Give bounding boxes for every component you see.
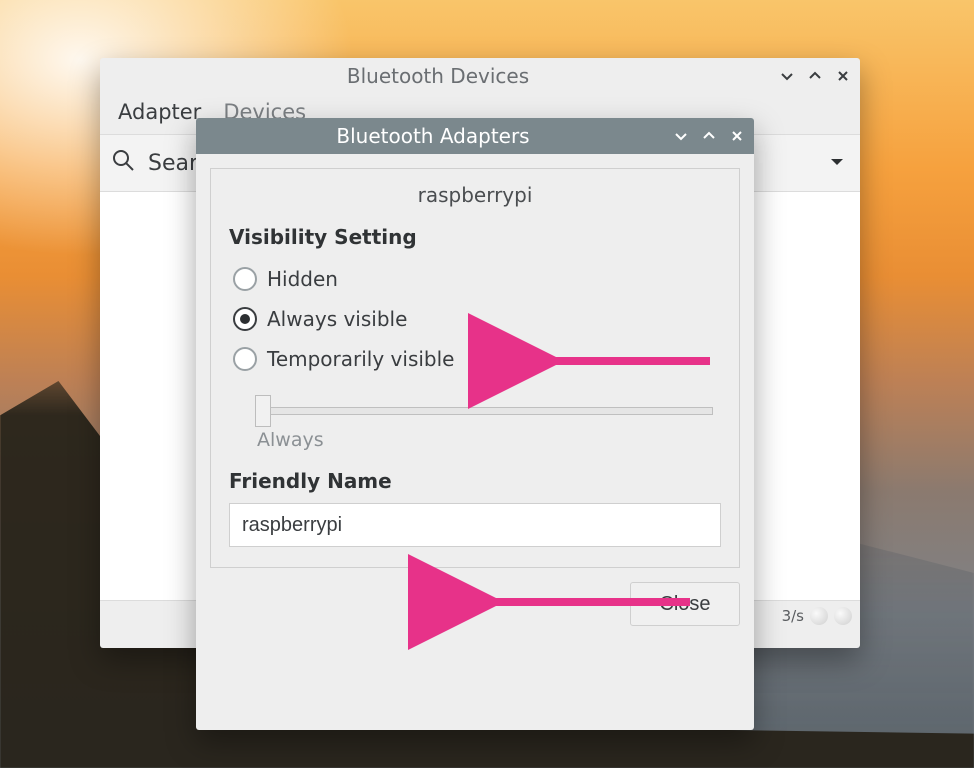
slider-handle[interactable]: [255, 395, 271, 427]
devices-titlebar: Bluetooth Devices: [100, 58, 860, 94]
adapters-close-button[interactable]: [726, 125, 748, 147]
status-indicator-1: [810, 607, 828, 625]
devices-close-button[interactable]: [832, 65, 854, 87]
bluetooth-adapters-dialog: Bluetooth Adapters raspberrypi Visibilit…: [196, 118, 754, 730]
radio-label: Always visible: [267, 307, 407, 331]
status-indicator-2: [834, 607, 852, 625]
desktop-background: Bluetooth Devices Adapter Devices Search…: [0, 0, 974, 768]
visibility-option-always[interactable]: Always visible: [229, 299, 721, 339]
slider-caption: Always: [257, 429, 721, 451]
adapters-minimize-button[interactable]: [670, 125, 692, 147]
visibility-option-hidden[interactable]: Hidden: [229, 259, 721, 299]
radio-label: Hidden: [267, 267, 338, 291]
friendly-name-heading: Friendly Name: [229, 469, 721, 493]
slider-track: [257, 407, 713, 415]
adapters-maximize-button[interactable]: [698, 125, 720, 147]
visibility-timeout-slider[interactable]: [257, 397, 713, 425]
visibility-heading: Visibility Setting: [229, 225, 721, 249]
adapters-title: Bluetooth Adapters: [202, 124, 664, 148]
toolbar-overflow-button[interactable]: [824, 147, 850, 180]
adapter-name-label: raspberrypi: [229, 183, 721, 207]
search-icon: [110, 147, 136, 179]
menu-adapter[interactable]: Adapter: [118, 100, 201, 124]
devices-maximize-button[interactable]: [804, 65, 826, 87]
friendly-name-input[interactable]: [229, 503, 721, 547]
visibility-option-temporarily[interactable]: Temporarily visible: [229, 339, 721, 379]
radio-icon: [233, 307, 257, 331]
radio-icon: [233, 267, 257, 291]
devices-title: Bluetooth Devices: [106, 64, 770, 88]
close-button[interactable]: Close: [630, 582, 740, 626]
adapters-panel: raspberrypi Visibility Setting Hidden Al…: [210, 168, 740, 568]
dialog-button-row: Close: [196, 568, 754, 640]
devices-minimize-button[interactable]: [776, 65, 798, 87]
adapters-titlebar: Bluetooth Adapters: [196, 118, 754, 154]
transfer-rate: 3/s: [782, 607, 804, 625]
radio-label: Temporarily visible: [267, 347, 454, 371]
radio-icon: [233, 347, 257, 371]
